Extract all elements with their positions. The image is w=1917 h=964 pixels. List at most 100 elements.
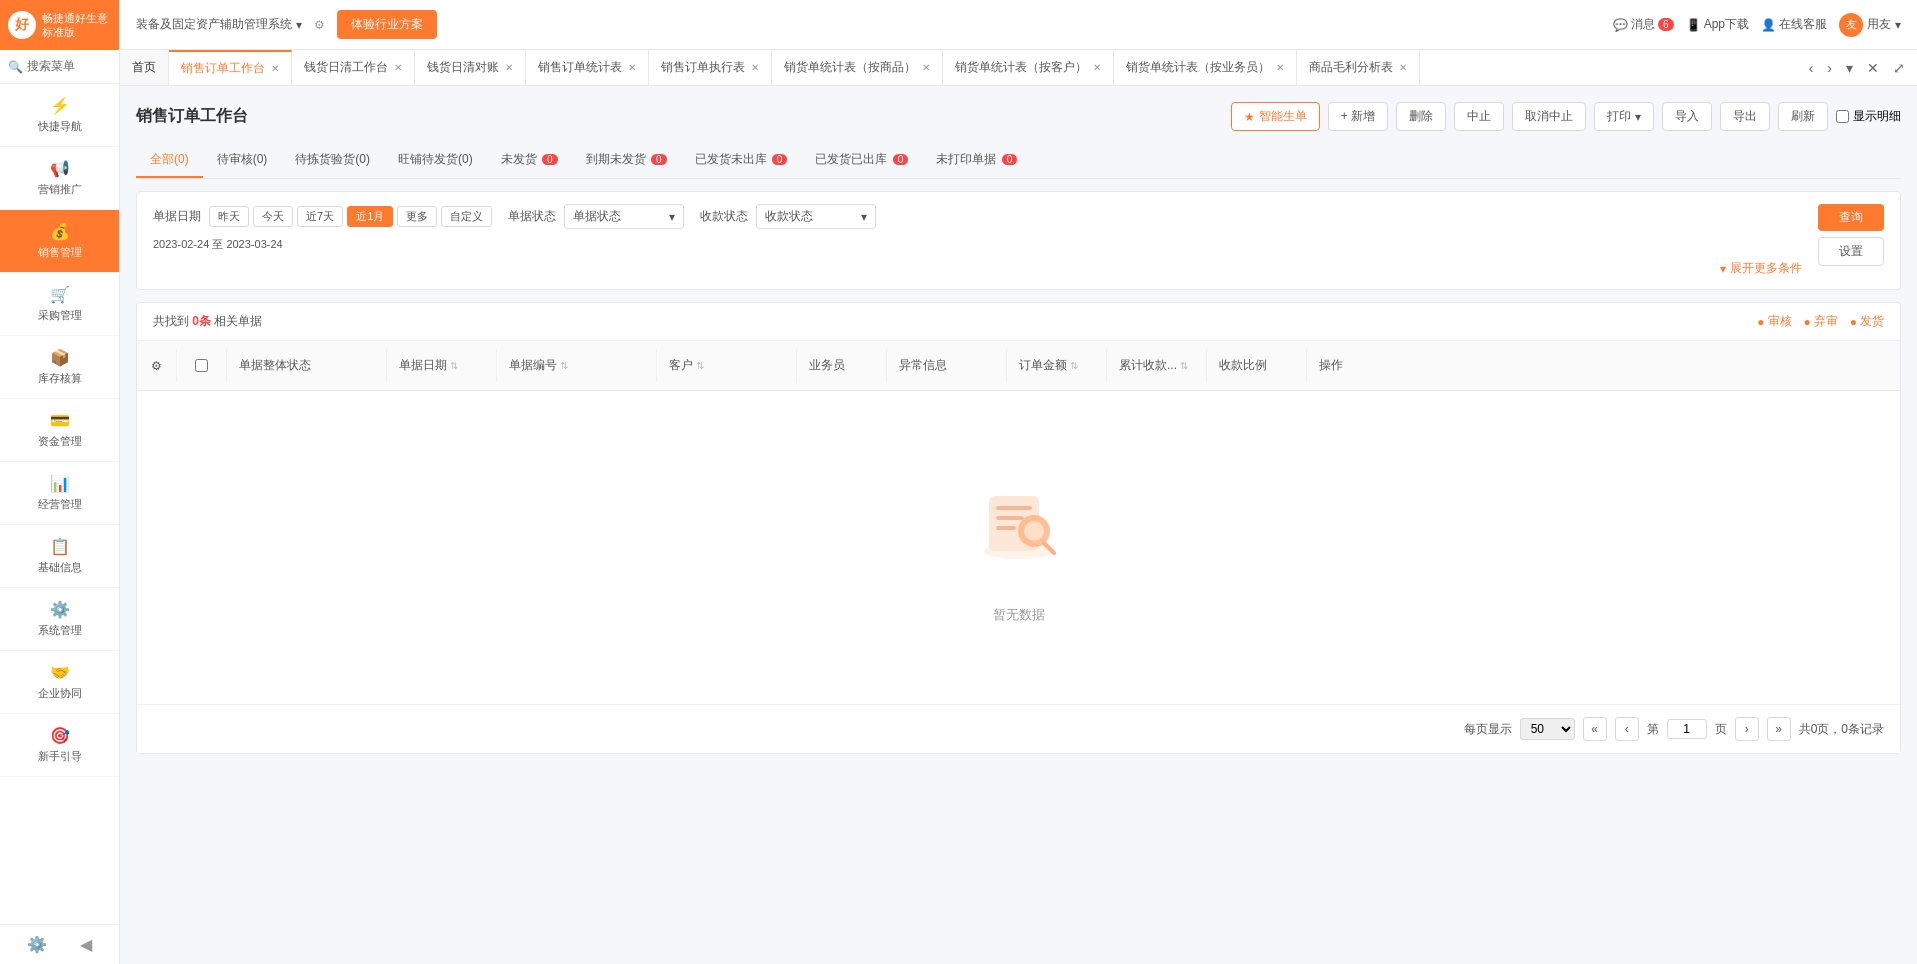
- export-button[interactable]: 导出: [1720, 102, 1770, 131]
- date-custom-btn[interactable]: 自定义: [441, 206, 492, 227]
- date-sort-icon[interactable]: ⇅: [450, 360, 458, 371]
- subtab-shipped-not-stocked[interactable]: 已发货未出库 0: [681, 143, 802, 178]
- th-number[interactable]: 单据编号 ⇅: [497, 349, 657, 382]
- tab-prev-icon[interactable]: ‹: [1805, 58, 1818, 78]
- date-7days-btn[interactable]: 近7天: [297, 206, 343, 227]
- tab-sales-by-product[interactable]: 销货单统计表（按商品） ✕: [772, 50, 943, 86]
- tab-sales-by-staff[interactable]: 销货单统计表（按业务员） ✕: [1114, 50, 1297, 86]
- tab-home[interactable]: 首页: [120, 50, 169, 86]
- expand-conditions-btn[interactable]: ▾ 展开更多条件: [1720, 260, 1802, 277]
- sidebar-item-marketing[interactable]: 📢 营销推广: [0, 147, 119, 210]
- select-all-checkbox[interactable]: [195, 359, 208, 372]
- topbar-gear-icon[interactable]: ⚙: [314, 18, 325, 32]
- industry-plan-button[interactable]: 体验行业方案: [337, 10, 437, 39]
- add-button[interactable]: + 新增: [1328, 102, 1388, 131]
- cancel-stop-button[interactable]: 取消中止: [1512, 102, 1586, 131]
- sidebar-item-inventory[interactable]: 📦 库存核算: [0, 336, 119, 399]
- collect-sort-icon[interactable]: ⇅: [1180, 360, 1188, 371]
- tab-close-sales-order[interactable]: ✕: [271, 63, 279, 74]
- tab-close-sales-stat[interactable]: ✕: [628, 62, 636, 73]
- subtab-wangpu[interactable]: 旺铺待发货(0): [384, 143, 487, 178]
- collapse-icon[interactable]: ◀: [80, 935, 92, 954]
- tab-close-by-staff[interactable]: ✕: [1276, 62, 1284, 73]
- message-link[interactable]: 💬 消息 6: [1613, 16, 1674, 33]
- online-service-link[interactable]: 👤 在线客服: [1761, 16, 1827, 33]
- stop-button[interactable]: 中止: [1454, 102, 1504, 131]
- tab-close-sales-exec[interactable]: ✕: [751, 62, 759, 73]
- payment-select[interactable]: 收款状态 ▾: [756, 204, 876, 229]
- th-customer[interactable]: 客户 ⇅: [657, 349, 797, 382]
- th-collected[interactable]: 累计收款... ⇅: [1107, 349, 1207, 382]
- date-yesterday-btn[interactable]: 昨天: [209, 206, 249, 227]
- tab-cash-daily[interactable]: 钱货日清工作台 ✕: [292, 50, 415, 86]
- prev-page-btn[interactable]: ‹: [1615, 717, 1639, 741]
- date-1month-btn[interactable]: 近1月: [347, 206, 393, 227]
- unreview-action-btn[interactable]: ● 弃审: [1804, 313, 1838, 330]
- sidebar-item-guide[interactable]: 🎯 新手引导: [0, 714, 119, 777]
- th-checkbox[interactable]: [177, 349, 227, 382]
- tab-next-icon[interactable]: ›: [1823, 58, 1836, 78]
- subtab-all[interactable]: 全部(0): [136, 143, 203, 178]
- date-today-btn[interactable]: 今天: [253, 206, 293, 227]
- show-detail-checkbox[interactable]: 显示明细: [1836, 108, 1901, 125]
- tab-sales-exec[interactable]: 销售订单执行表 ✕: [649, 50, 772, 86]
- page-total-label: 页: [1715, 721, 1727, 738]
- sidebar-item-basic-info[interactable]: 📋 基础信息: [0, 525, 119, 588]
- ai-generate-button[interactable]: ★ 智能生单: [1231, 102, 1320, 131]
- th-settings[interactable]: ⚙: [137, 349, 177, 382]
- th-amount[interactable]: 订单金额 ⇅: [1007, 349, 1107, 382]
- subtab-pending-inspect[interactable]: 待拣货验货(0): [281, 143, 384, 178]
- tab-close-cash-reconcile[interactable]: ✕: [505, 62, 513, 73]
- sidebar-item-operations[interactable]: 📊 经营管理: [0, 462, 119, 525]
- num-sort-icon[interactable]: ⇅: [560, 360, 568, 371]
- tab-close-all-icon[interactable]: ✕: [1863, 58, 1883, 78]
- tab-close-by-customer[interactable]: ✕: [1093, 62, 1101, 73]
- tab-sales-by-customer[interactable]: 销货单统计表（按客户） ✕: [943, 50, 1114, 86]
- tab-close-gross-margin[interactable]: ✕: [1399, 62, 1407, 73]
- user-menu[interactable]: 友 用友 ▾: [1839, 13, 1901, 37]
- status-select[interactable]: 单据状态 ▾: [564, 204, 684, 229]
- filter-setting-button[interactable]: 设置: [1818, 237, 1884, 266]
- sidebar-item-system[interactable]: ⚙️ 系统管理: [0, 588, 119, 651]
- subtab-not-printed[interactable]: 未打印单据 0: [922, 143, 1031, 178]
- subtab-pending-review[interactable]: 待审核(0): [203, 143, 282, 178]
- tab-close-by-product[interactable]: ✕: [922, 62, 930, 73]
- app-download-link[interactable]: 📱 App下载: [1686, 16, 1749, 33]
- review-action-btn[interactable]: ● 审核: [1757, 313, 1791, 330]
- sidebar-item-sales[interactable]: 💰 销售管理: [0, 210, 119, 273]
- sidebar-item-quick-nav[interactable]: ⚡ 快捷导航: [0, 84, 119, 147]
- query-button[interactable]: 查询: [1818, 204, 1884, 231]
- refresh-button[interactable]: 刷新: [1778, 102, 1828, 131]
- subtab-shipped-stocked[interactable]: 已发货已出库 0: [801, 143, 922, 178]
- settings-icon[interactable]: ⚙️: [27, 935, 47, 954]
- customer-sort-icon[interactable]: ⇅: [696, 360, 704, 371]
- tab-sales-stat[interactable]: 销售订单统计表 ✕: [526, 50, 649, 86]
- sidebar-item-purchase[interactable]: 🛒 采购管理: [0, 273, 119, 336]
- subtab-expired[interactable]: 到期未发货 0: [572, 143, 681, 178]
- page-input[interactable]: [1667, 719, 1707, 739]
- tab-cash-reconcile[interactable]: 钱货日清对账 ✕: [415, 50, 526, 86]
- tab-more-icon[interactable]: ▾: [1842, 58, 1857, 78]
- ship-action-btn[interactable]: ● 发货: [1850, 313, 1884, 330]
- amount-sort-icon[interactable]: ⇅: [1070, 360, 1078, 371]
- last-page-btn[interactable]: »: [1767, 717, 1791, 741]
- first-page-btn[interactable]: «: [1583, 717, 1607, 741]
- tab-gross-margin[interactable]: 商品毛利分析表 ✕: [1297, 50, 1420, 86]
- subtab-not-shipped[interactable]: 未发货 0: [487, 143, 572, 178]
- date-more-btn[interactable]: 更多: [397, 206, 437, 227]
- sidebar-item-finance[interactable]: 💳 资金管理: [0, 399, 119, 462]
- show-detail-input[interactable]: [1836, 110, 1849, 123]
- delete-button[interactable]: 删除: [1396, 102, 1446, 131]
- next-page-btn[interactable]: ›: [1735, 717, 1759, 741]
- tab-sales-order[interactable]: 销售订单工作台 ✕: [169, 50, 292, 86]
- per-page-select[interactable]: 10 20 50 100: [1520, 718, 1575, 740]
- th-date[interactable]: 单据日期 ⇅: [387, 349, 497, 382]
- print-button[interactable]: 打印 ▾: [1594, 102, 1654, 131]
- sidebar-item-cooperation[interactable]: 🤝 企业协同: [0, 651, 119, 714]
- tab-maximize-icon[interactable]: ⤢: [1889, 58, 1909, 78]
- system-title-dropdown[interactable]: 装备及固定资产辅助管理系统 ▾: [136, 16, 302, 33]
- import-button[interactable]: 导入: [1662, 102, 1712, 131]
- tab-close-cash-daily[interactable]: ✕: [394, 62, 402, 73]
- table-scroll[interactable]: ⚙ 单据整体状态 单据日期 ⇅: [137, 341, 1900, 704]
- sidebar-search[interactable]: 🔍 搜索菜单: [0, 50, 119, 84]
